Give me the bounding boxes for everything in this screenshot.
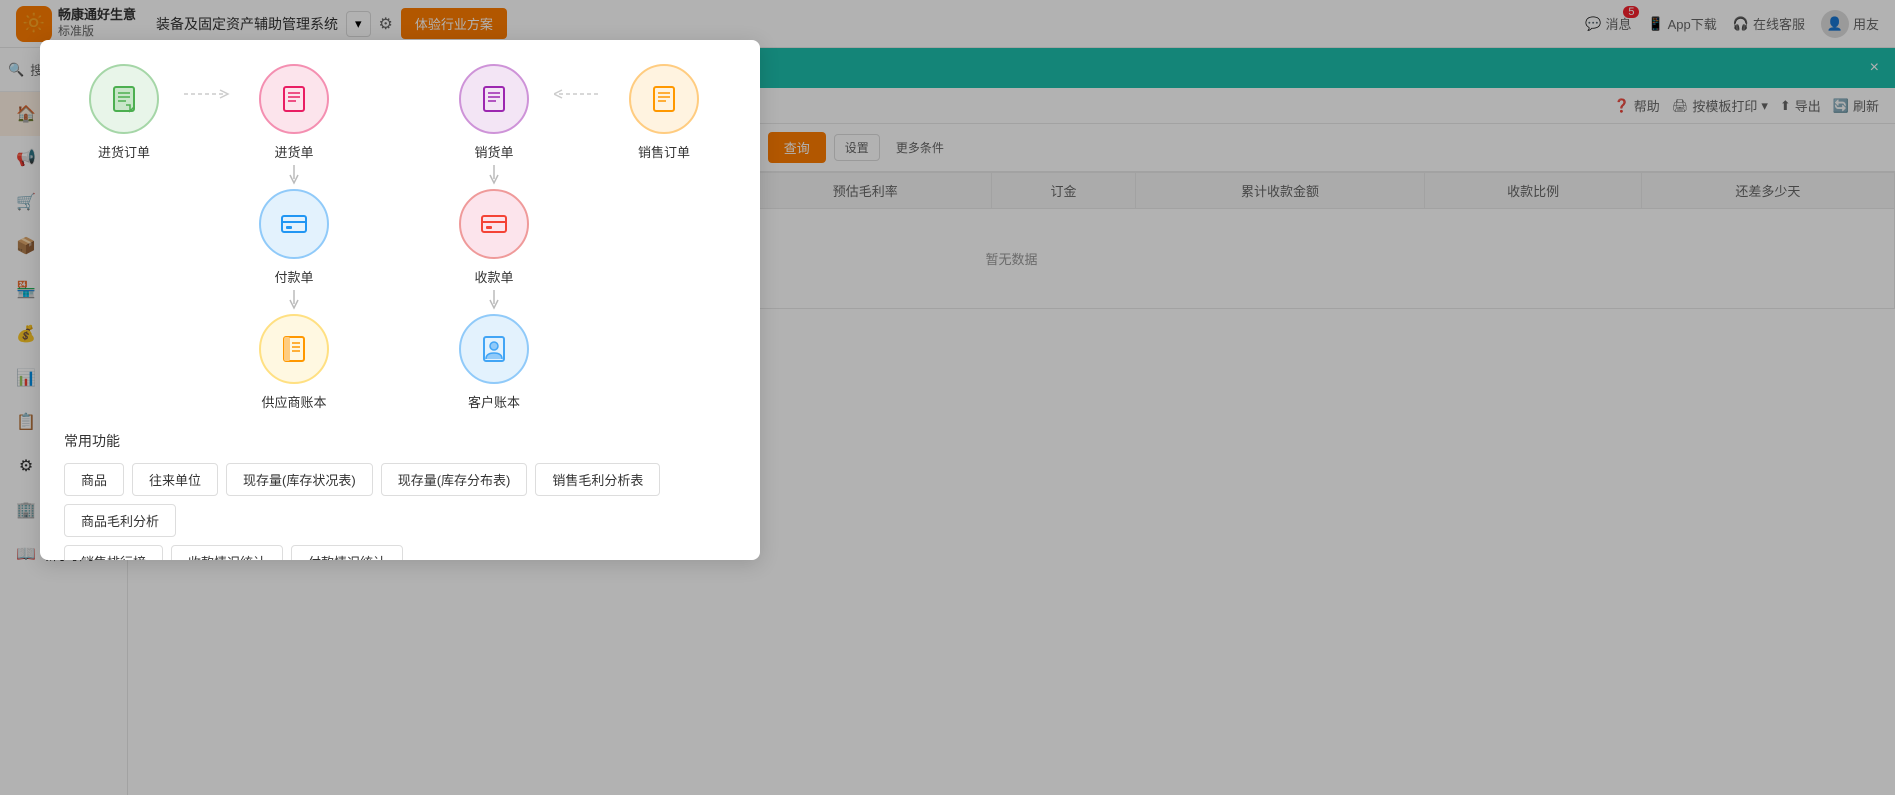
customer-ledger-icon xyxy=(459,314,529,384)
flow-diagram: 进货订单 进货单 xyxy=(128,64,736,411)
sales-order-icon xyxy=(629,64,699,134)
flow-node-customer-ledger[interactable]: 客户账本 xyxy=(434,314,554,411)
supplier-ledger-label: 供应商账本 xyxy=(261,392,326,411)
common-functions-title: 常用功能 xyxy=(128,431,736,451)
purchase-order-label: 进货订单 xyxy=(128,142,150,161)
func-btn-contacts[interactable]: 往来单位 xyxy=(132,463,218,496)
flow-node-purchase-order[interactable]: 进货订单 xyxy=(128,64,184,161)
arrow-down-receipt xyxy=(434,290,554,310)
func-btn-inventory-dist[interactable]: 现存量(库存分布表) xyxy=(381,463,528,496)
flow-row-arrows-down2 xyxy=(128,290,736,310)
payment-bill-icon xyxy=(259,189,329,259)
flow-row-1: 进货订单 进货单 xyxy=(128,64,736,161)
arrow-sales-order-to-bill xyxy=(554,64,604,102)
function-buttons-row1: 商品 往来单位 现存量(库存状况表) 现存量(库存分布表) 销售毛利分析表 商品… xyxy=(128,463,736,537)
sales-order-label: 销售订单 xyxy=(638,142,690,161)
flow-row-arrows-down xyxy=(128,165,736,185)
flow-node-receipt-bill[interactable]: 收款单 xyxy=(434,189,554,286)
receipt-bill-label: 收款单 xyxy=(474,267,513,286)
func-btn-sales-ranking[interactable]: 销售排行榜 xyxy=(128,545,163,560)
main-area: 🔍 搜索菜单 🏠 快捷导航 📢 营销推广 🛒 销售管理 📦 xyxy=(0,48,1895,795)
func-btn-sales-gross-analysis[interactable]: 销售毛利分析表 xyxy=(535,463,660,496)
arrow-purchase-to-bill xyxy=(184,64,234,102)
modal-dialog: 进货订单 进货单 xyxy=(128,48,760,560)
func-btn-inventory-status[interactable]: 现存量(库存状况表) xyxy=(226,463,373,496)
purchase-order-icon xyxy=(128,64,159,134)
flow-node-sales-bill[interactable]: 销货单 xyxy=(434,64,554,161)
receipt-bill-icon xyxy=(459,189,529,259)
func-btn-payment-stats[interactable]: 付款情况统计 xyxy=(291,545,403,560)
purchase-bill-icon xyxy=(259,64,329,134)
payment-bill-label: 付款单 xyxy=(274,267,313,286)
flow-row-2: 付款单 收款单 xyxy=(128,189,736,286)
flow-node-purchase-bill[interactable]: 进货单 xyxy=(234,64,354,161)
modal-overlay[interactable]: 进货订单 进货单 xyxy=(128,48,1895,795)
flow-node-payment-bill[interactable]: 付款单 xyxy=(234,189,354,286)
sales-bill-icon xyxy=(459,64,529,134)
flow-row-3: 供应商账本 客户账本 xyxy=(128,314,736,411)
arrow-down-payment xyxy=(234,290,354,310)
function-buttons-row2: 销售排行榜 收款情况统计 付款情况统计 xyxy=(128,545,736,560)
func-btn-receipt-stats[interactable]: 收款情况统计 xyxy=(171,545,283,560)
supplier-ledger-icon xyxy=(259,314,329,384)
arrow-down-sales xyxy=(434,165,554,185)
customer-ledger-label: 客户账本 xyxy=(468,392,520,411)
common-functions-section: 常用功能 商品 往来单位 现存量(库存状况表) 现存量(库存分布表) 销售毛利分… xyxy=(128,431,736,560)
flow-node-sales-order[interactable]: 销售订单 xyxy=(604,64,724,161)
sales-bill-label: 销货单 xyxy=(474,142,513,161)
purchase-bill-label: 进货单 xyxy=(274,142,313,161)
func-btn-product-gross-analysis[interactable]: 商品毛利分析 xyxy=(128,504,176,537)
arrow-down-purchase xyxy=(234,165,354,185)
content-area: 首页 销售订单执行表 × × ❓ 帮助 🖨 按模板打印 ▾ xyxy=(128,48,1895,795)
flow-node-supplier-ledger[interactable]: 供应商账本 xyxy=(234,314,354,411)
